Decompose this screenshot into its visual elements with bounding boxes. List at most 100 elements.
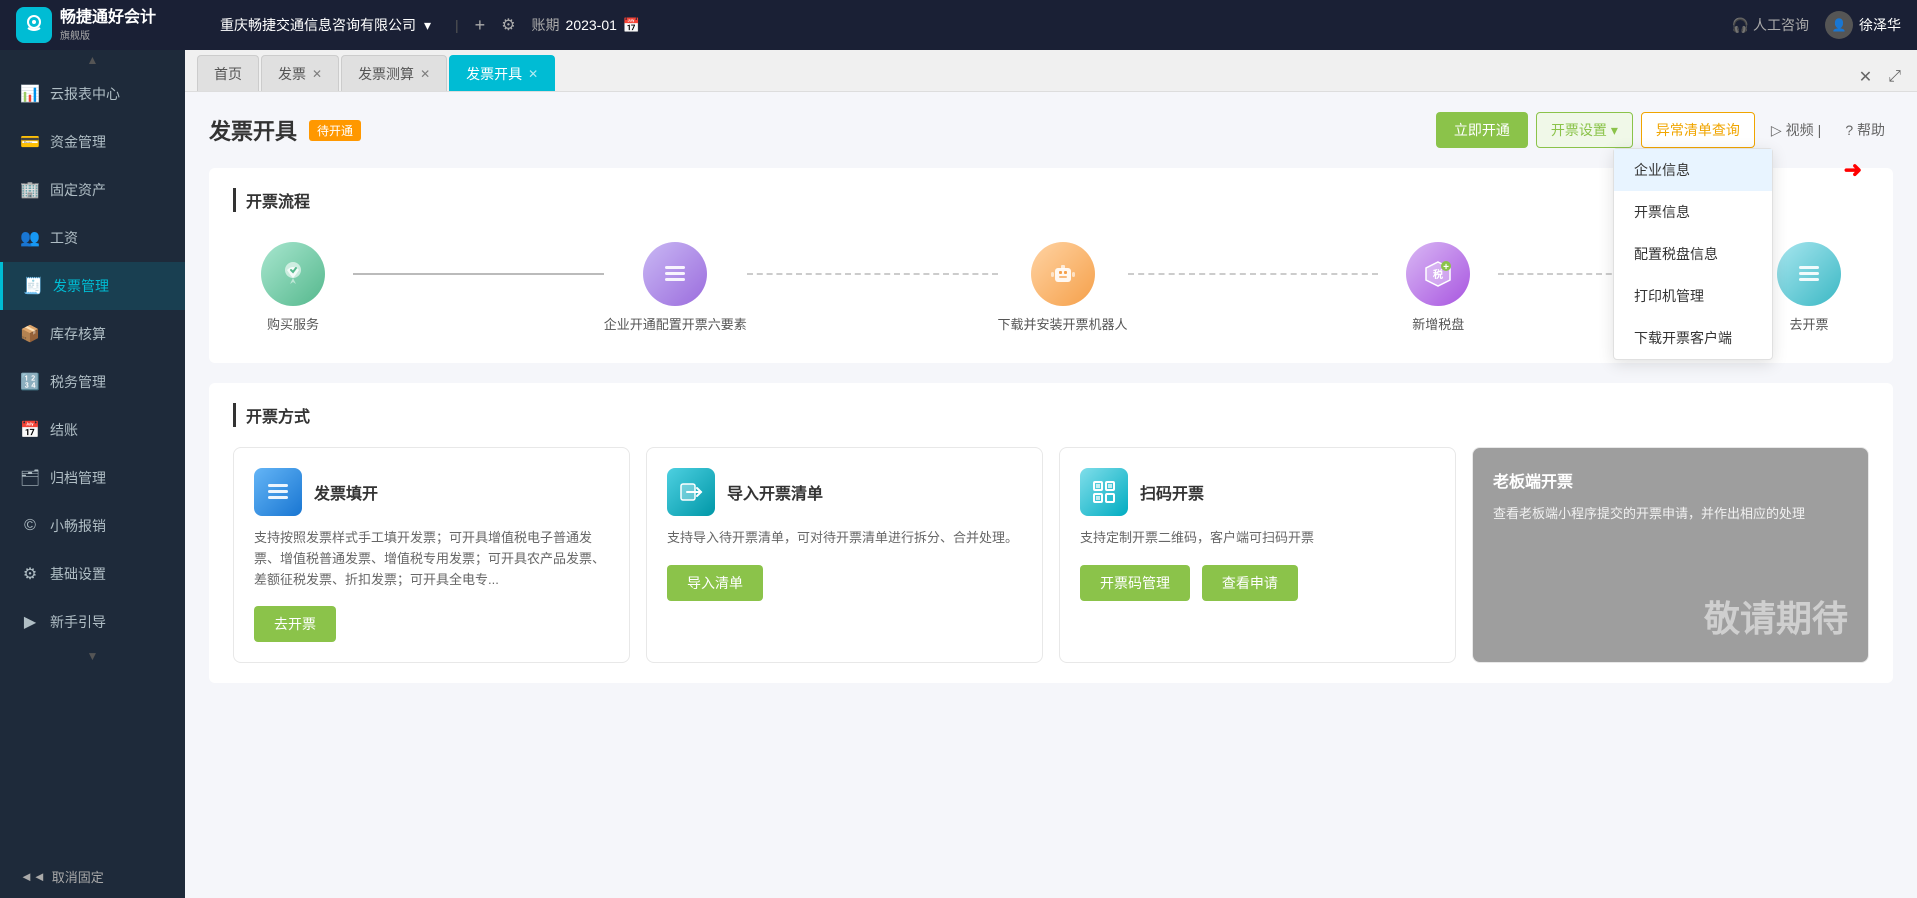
settings-arrow-icon: ▾	[1611, 122, 1618, 139]
dropdown-item-printer[interactable]: 打印机管理	[1614, 275, 1772, 317]
avatar: 👤	[1825, 11, 1853, 39]
fapiao-icon: 🧾	[23, 276, 43, 296]
red-arrow-icon: ➜	[1844, 157, 1862, 183]
sidebar-item-yunbao[interactable]: 📊 云报表中心	[0, 70, 185, 118]
jiezhang-icon: 📅	[20, 420, 40, 440]
tab-kaiju-label: 发票开具	[466, 64, 522, 84]
tab-home-label: 首页	[214, 64, 242, 84]
pipe-sep: |	[1818, 122, 1822, 138]
sidebar-label-guidang: 归档管理	[50, 468, 106, 488]
view-apply-button[interactable]: 查看申请	[1202, 565, 1298, 601]
page-title-bar: 发票开具 待开通 立即开通 开票设置 ▾ 异常清单查询 ▷ 视频 |	[209, 112, 1893, 148]
svg-text:税: 税	[1433, 268, 1443, 281]
page-area: 发票开具 待开通 立即开通 开票设置 ▾ 异常清单查询 ▷ 视频 |	[185, 92, 1917, 898]
tab-fapiao-suansuan[interactable]: 发票测算 ✕	[341, 55, 447, 91]
dropdown-item-enterprise-info[interactable]: 企业信息 ➜	[1614, 149, 1772, 191]
fill-invoice-button[interactable]: 去开票	[254, 606, 336, 642]
shuiwu-icon: 🔢	[20, 372, 40, 392]
sidebar-item-gudingzichan[interactable]: 🏢 固定资产	[0, 166, 185, 214]
tab-fapiao-close[interactable]: ✕	[312, 67, 322, 81]
company-name: 重庆畅捷交通信息咨询有限公司	[220, 15, 416, 35]
boss-invoice-desc: 查看老板端小程序提交的开票申请，并作出相应的处理	[1493, 504, 1848, 525]
import-card-header: 导入开票清单	[667, 468, 1022, 516]
boss-invoice-title: 老板端开票	[1493, 474, 1573, 491]
scan-invoice-desc: 支持定制开票二维码，客户端可扫码开票	[1080, 528, 1435, 549]
tab-fapiao[interactable]: 发票 ✕	[261, 55, 339, 91]
sidebar-scroll-down[interactable]: ▼	[0, 646, 185, 666]
tax-disk-label: 配置税盘信息	[1634, 246, 1718, 262]
sidebar-item-jichushezhi[interactable]: ⚙ 基础设置	[0, 550, 185, 598]
go-invoice-icon	[1777, 242, 1841, 306]
company-selector[interactable]: 重庆畅捷交通信息咨询有限公司 ▾	[212, 11, 439, 39]
method-card-boss: 老板端开票 查看老板端小程序提交的开票申请，并作出相应的处理 敬请期待	[1472, 447, 1869, 663]
tab-fapiao-label: 发票	[278, 64, 306, 84]
header-right: 🎧 人工咨询 👤 徐泽华	[1732, 11, 1901, 39]
sidebar-label-jiezhang: 结账	[50, 420, 78, 440]
tab-bar: 首页 发票 ✕ 发票测算 ✕ 发票开具 ✕ ✕ ⤢	[185, 50, 1917, 92]
activate-button[interactable]: 立即开通	[1436, 112, 1528, 148]
sidebar-item-fapiao[interactable]: 🧾 发票管理	[0, 262, 185, 310]
import-list-title: 导入开票清单	[727, 480, 823, 504]
exception-button[interactable]: 异常清单查询	[1641, 112, 1755, 148]
tab-home[interactable]: 首页	[197, 55, 259, 91]
sidebar-item-xiaochang[interactable]: © 小畅报销	[0, 502, 185, 550]
fill-invoice-desc: 支持按照发票样式手工填开发票；可开具增值税电子普通发票、增值税普通发票、增值税专…	[254, 528, 609, 590]
company-dropdown-icon: ▾	[424, 17, 431, 34]
import-list-button[interactable]: 导入清单	[667, 565, 763, 601]
calendar-icon[interactable]: 📅	[623, 17, 640, 34]
kucun-icon: 📦	[20, 324, 40, 344]
sidebar: ▲ 📊 云报表中心 💳 资金管理 🏢 固定资产 👥 工资 🧾 发票管理 📦 库存…	[0, 50, 185, 898]
sidebar-item-gongzi[interactable]: 👥 工资	[0, 214, 185, 262]
settings-icon[interactable]: ⚙	[501, 15, 515, 35]
tab-kaiju-close[interactable]: ✕	[528, 67, 538, 81]
fill-card-header: 发票填开	[254, 468, 609, 516]
sidebar-label-gudingzichan: 固定资产	[50, 180, 106, 200]
scan-card-header: 扫码开票	[1080, 468, 1435, 516]
tab-bar-controls: ✕ ⤢	[1855, 63, 1905, 91]
status-badge: 待开通	[309, 120, 361, 141]
method-card-fill: 发票填开 支持按照发票样式手工填开发票；可开具增值税电子普通发票、增值税普通发票…	[233, 447, 630, 663]
dropdown-item-tax-disk[interactable]: 配置税盘信息	[1614, 233, 1772, 275]
user-menu[interactable]: 👤 徐泽华	[1825, 11, 1901, 39]
scan-code-manage-button[interactable]: 开票码管理	[1080, 565, 1190, 601]
dropdown-item-invoice-info[interactable]: 开票信息	[1614, 191, 1772, 233]
help-button[interactable]: ? 帮助	[1837, 113, 1893, 147]
import-list-desc: 支持导入待开票清单，可对待开票清单进行拆分、合并处理。	[667, 528, 1022, 549]
video-label: 视频	[1786, 120, 1814, 140]
headset-icon: 🎧	[1732, 17, 1749, 34]
consult-button[interactable]: 🎧 人工咨询	[1732, 15, 1809, 35]
tab-suansuan-close[interactable]: ✕	[420, 67, 430, 81]
sidebar-item-zijin[interactable]: 💳 资金管理	[0, 118, 185, 166]
import-list-icon	[667, 468, 715, 516]
video-button[interactable]: ▷ 视频 |	[1763, 113, 1829, 147]
sidebar-scroll-up[interactable]: ▲	[0, 50, 185, 70]
go-invoice-label: 去开票	[1790, 314, 1829, 333]
xinshou-icon: ▶	[20, 612, 40, 632]
methods-section: 开票方式 发票填开	[209, 383, 1893, 683]
cancel-pin-button[interactable]: ◄◄ 取消固定	[0, 855, 185, 898]
period-label: 账期	[532, 15, 560, 35]
buy-service-icon	[261, 242, 325, 306]
sidebar-item-xinshou[interactable]: ▶ 新手引导	[0, 598, 185, 646]
add-company-button[interactable]: +	[475, 15, 486, 36]
tab-suansuan-label: 发票测算	[358, 64, 414, 84]
gongzi-icon: 👥	[20, 228, 40, 248]
xiaochang-icon: ©	[20, 516, 40, 536]
tab-expand-btn[interactable]: ⤢	[1884, 64, 1905, 90]
sidebar-item-guidang[interactable]: 🗂 归档管理	[0, 454, 185, 502]
flow-step-robot: 下载并安装开票机器人	[998, 242, 1128, 333]
sidebar-item-jiezhang[interactable]: 📅 结账	[0, 406, 185, 454]
add-taxdisk-icon: 税 +	[1406, 242, 1470, 306]
tab-close-btn[interactable]: ✕	[1855, 63, 1876, 91]
method-card-import: 导入开票清单 支持导入待开票清单，可对待开票清单进行拆分、合并处理。 导入清单	[646, 447, 1043, 663]
methods-section-title: 开票方式	[233, 403, 1869, 427]
cancel-pin-label: 取消固定	[52, 867, 104, 886]
sidebar-label-gongzi: 工资	[50, 228, 78, 248]
dropdown-item-download-client[interactable]: 下载开票客户端	[1614, 317, 1772, 359]
main-content: 首页 发票 ✕ 发票测算 ✕ 发票开具 ✕ ✕ ⤢	[185, 50, 1917, 898]
settings-button[interactable]: 开票设置 ▾	[1536, 112, 1633, 148]
sidebar-item-shuiwu[interactable]: 🔢 税务管理	[0, 358, 185, 406]
sidebar-item-kucun[interactable]: 📦 库存核算	[0, 310, 185, 358]
tab-fapiao-kaiju[interactable]: 发票开具 ✕	[449, 55, 555, 91]
guidang-icon: 🗂	[20, 468, 40, 488]
